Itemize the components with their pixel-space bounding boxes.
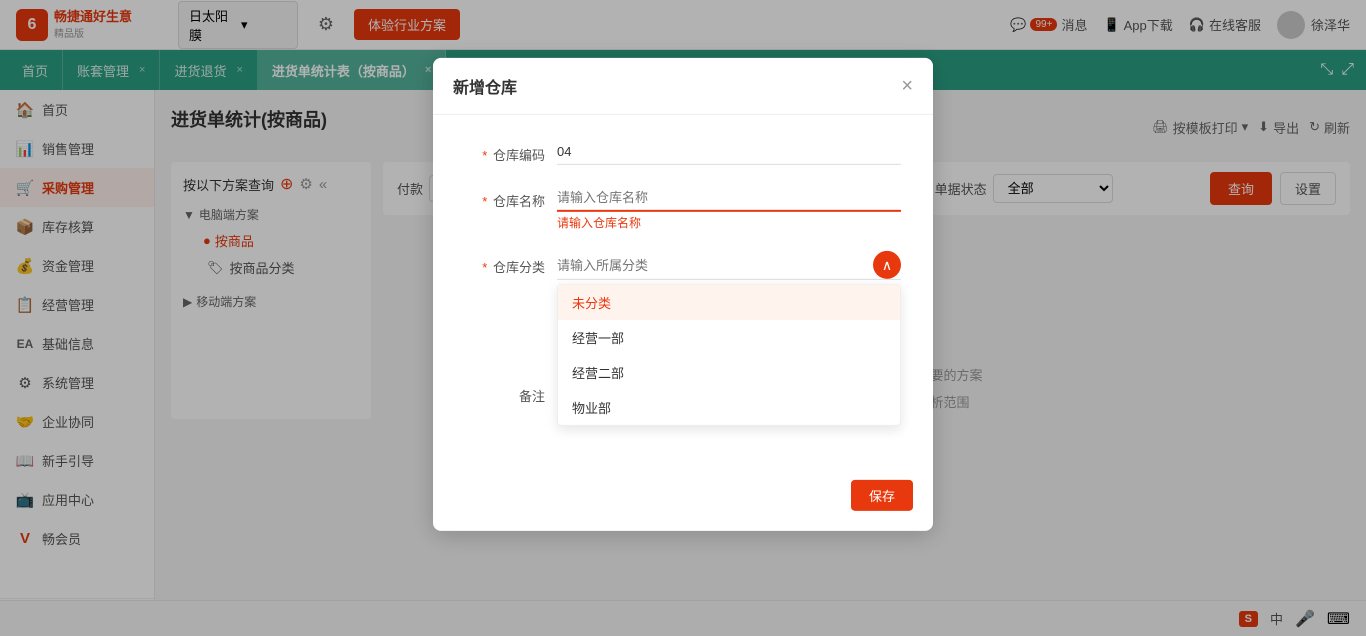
category-dropdown: 未分类 经营一部 经营二部 物业部 bbox=[557, 284, 901, 426]
add-warehouse-dialog: 新增仓库 × * 仓库编码 * 仓库名称 请输入仓库名称 bbox=[433, 58, 933, 531]
dialog-footer: 保存 bbox=[433, 468, 933, 531]
form-name-wrap: 请输入仓库名称 bbox=[557, 185, 901, 231]
warehouse-name-input[interactable] bbox=[557, 185, 901, 212]
dropdown-item-property[interactable]: 物业部 bbox=[558, 390, 900, 425]
category-toggle-icon[interactable]: ∧ bbox=[873, 251, 901, 279]
required-star-category: * bbox=[482, 260, 487, 275]
save-button[interactable]: 保存 bbox=[851, 480, 913, 511]
category-input-wrap: ∧ bbox=[557, 251, 901, 280]
form-row-name: * 仓库名称 请输入仓库名称 bbox=[465, 185, 901, 231]
form-row-code: * 仓库编码 bbox=[465, 139, 901, 165]
form-row-category: * 仓库分类 ∧ 未分类 经营一部 经营二部 物业部 bbox=[465, 251, 901, 280]
dialog-close-icon[interactable]: × bbox=[901, 76, 913, 96]
dropdown-item-uncategorized[interactable]: 未分类 bbox=[558, 285, 900, 320]
warehouse-category-input[interactable] bbox=[557, 252, 873, 277]
warehouse-code-input[interactable] bbox=[557, 139, 901, 165]
form-name-label: * 仓库名称 bbox=[465, 185, 545, 210]
required-star-code: * bbox=[482, 148, 487, 163]
form-code-label: * 仓库编码 bbox=[465, 139, 545, 164]
dialog-title: 新增仓库 bbox=[453, 74, 517, 98]
dropdown-item-dept1[interactable]: 经营一部 bbox=[558, 320, 900, 355]
form-note-label: 备注 bbox=[465, 380, 545, 405]
required-star-name: * bbox=[482, 194, 487, 209]
form-category-label: * 仓库分类 bbox=[465, 251, 545, 276]
dialog-body: * 仓库编码 * 仓库名称 请输入仓库名称 * 仓库分类 bbox=[433, 115, 933, 468]
form-code-wrap bbox=[557, 139, 901, 165]
dialog-header: 新增仓库 × bbox=[433, 58, 933, 115]
form-category-wrap: ∧ 未分类 经营一部 经营二部 物业部 bbox=[557, 251, 901, 280]
dropdown-item-dept2[interactable]: 经营二部 bbox=[558, 355, 900, 390]
name-error-message: 请输入仓库名称 bbox=[557, 214, 901, 231]
